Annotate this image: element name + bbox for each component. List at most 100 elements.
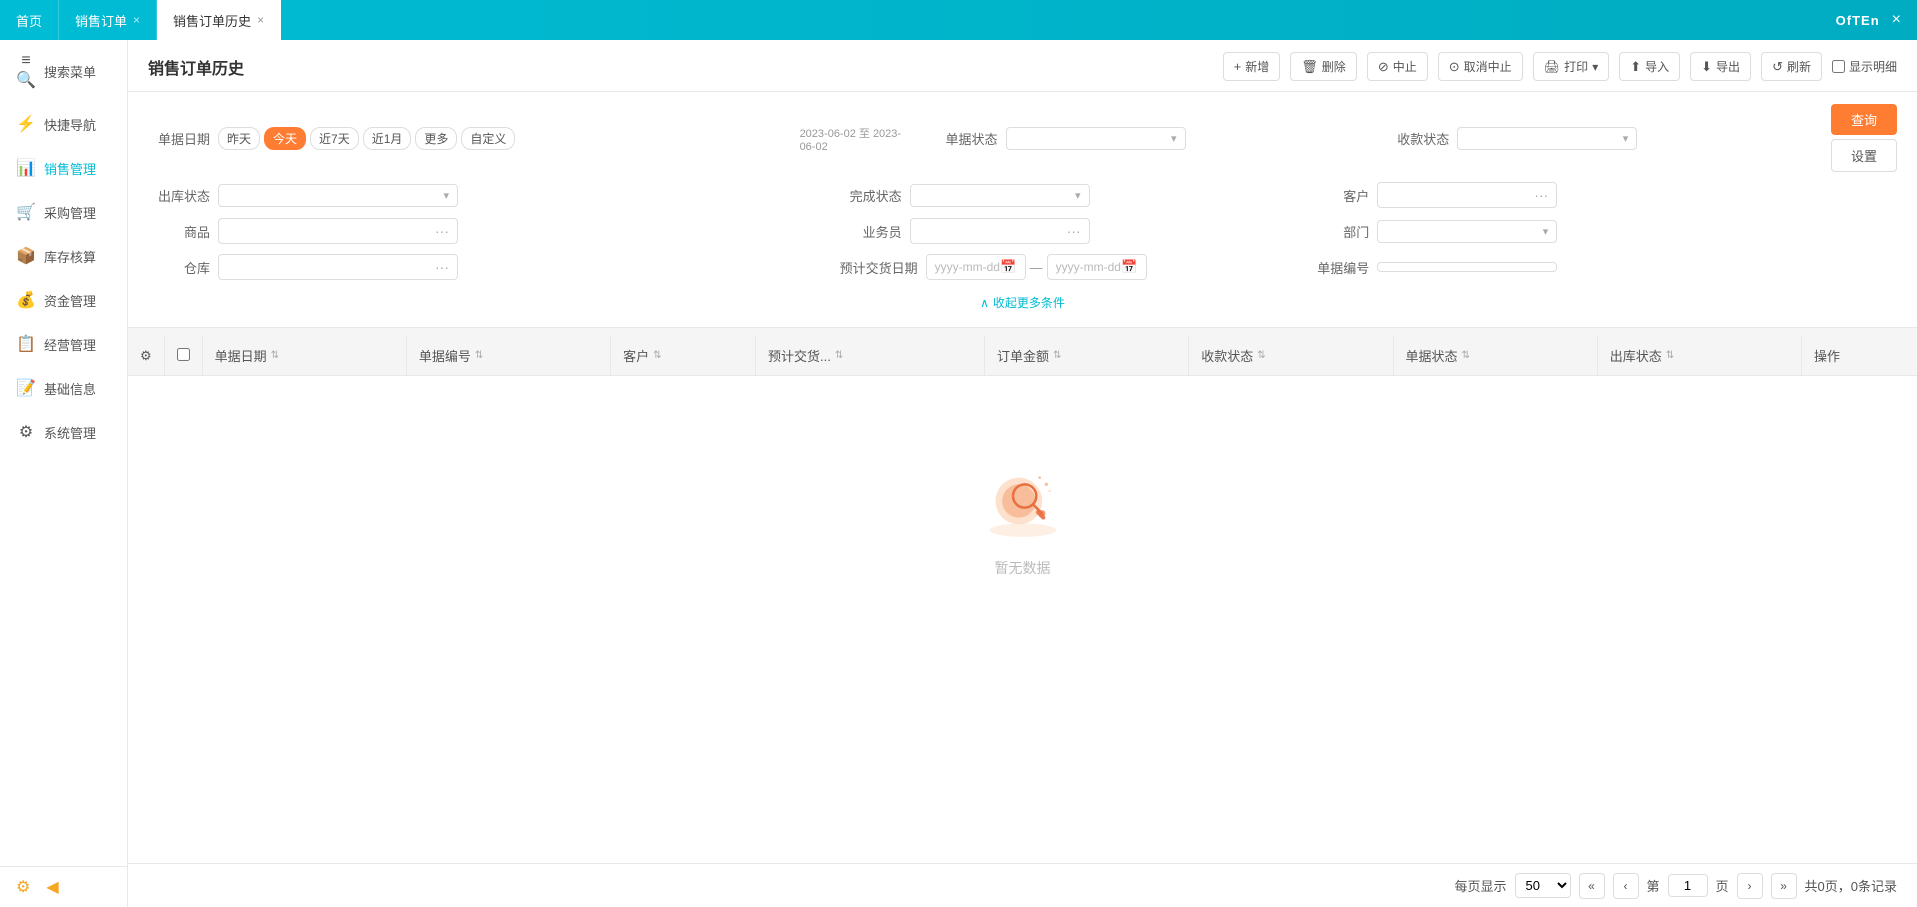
out-status-sort-icon[interactable]: ⇅ xyxy=(1666,350,1674,361)
filter-col-delivery-date: 预计交货日期 yyyy-mm-dd 📅 — yyyy-mm-dd 📅 xyxy=(840,254,1288,280)
per-page-select[interactable]: 50 10 20 100 xyxy=(1515,873,1571,898)
delivery-date-label: 预计交货日期 xyxy=(840,258,926,277)
tab-sales-order-history-close[interactable]: × xyxy=(257,13,264,27)
page-input[interactable] xyxy=(1668,874,1708,897)
filter-col-salesperson: 业务员 ··· xyxy=(840,218,1288,244)
export-icon: ⬇ xyxy=(1701,59,1712,75)
th-out-status: 出库状态 ⇅ xyxy=(1597,336,1801,376)
dept-select[interactable]: ▾ xyxy=(1377,220,1557,243)
th-payment-status: 收款状态 ⇅ xyxy=(1189,336,1393,376)
calendar-to-icon[interactable]: 📅 xyxy=(1121,259,1137,275)
filter-col-dept: 部门 ▾ xyxy=(1307,220,1755,243)
delete-icon: 🗑 xyxy=(1301,59,1318,75)
page-title: 销售订单历史 xyxy=(148,55,244,79)
sidebar-item-capital-mgmt[interactable]: 💰 资金管理 xyxy=(0,278,127,322)
customer-input[interactable]: ··· xyxy=(1377,182,1557,208)
stop-icon: ⊘ xyxy=(1378,59,1389,75)
delivery-sort-icon[interactable]: ⇅ xyxy=(835,350,843,361)
sidebar: ≡🔍 搜索菜单 ⚡ 快捷导航 📊 销售管理 🛒 采购管理 📦 库存核算 💰 资金… xyxy=(0,40,128,907)
display-toggle[interactable]: 显示明细 xyxy=(1832,58,1897,75)
th-checkbox[interactable] xyxy=(164,336,202,376)
dept-chevron: ▾ xyxy=(1543,225,1549,238)
settings-btn[interactable]: 设置 xyxy=(1831,139,1897,172)
prev-page-btn[interactable]: ‹ xyxy=(1613,873,1639,899)
salesperson-ellipsis: ··· xyxy=(1067,223,1081,239)
salesperson-input[interactable]: ··· xyxy=(910,218,1090,244)
th-gear[interactable]: ⚙ xyxy=(128,336,164,376)
payment-status-select[interactable]: ▾ xyxy=(1457,127,1637,150)
sys-mgmt-icon: ⚙ xyxy=(16,422,36,442)
table-header-row: ⚙ 单据日期 ⇅ xyxy=(128,336,1917,376)
import-btn[interactable]: ⬆ 导入 xyxy=(1619,52,1680,81)
filter-area: 单据日期 昨天 今天 近7天 近1月 更多 自定义 2023-06-02 至 2… xyxy=(128,92,1917,328)
select-all-checkbox[interactable] xyxy=(177,348,190,361)
date-sort-icon[interactable]: ⇅ xyxy=(271,350,279,361)
date-btn-yesterday[interactable]: 昨天 xyxy=(218,127,260,150)
amount-sort-icon[interactable]: ⇅ xyxy=(1053,350,1061,361)
page-label: 第 xyxy=(1647,876,1660,895)
delivery-date-from[interactable]: yyyy-mm-dd 📅 xyxy=(926,254,1026,280)
out-status-select[interactable]: ▾ xyxy=(218,184,458,207)
cancel-stop-icon: ⊙ xyxy=(1449,59,1460,75)
sidebar-item-sys-mgmt[interactable]: ⚙ 系统管理 xyxy=(0,410,127,454)
tab-sales-order-close[interactable]: × xyxy=(133,13,140,27)
date-btn-last1m[interactable]: 近1月 xyxy=(363,127,412,150)
table-body: 暂无数据 xyxy=(128,376,1917,659)
customer-ellipsis: ··· xyxy=(1534,187,1548,203)
order-no-sort-icon[interactable]: ⇅ xyxy=(475,350,483,361)
cancel-stop-btn[interactable]: ⊙ 取消中止 xyxy=(1438,52,1523,81)
window-close-btn[interactable]: × xyxy=(1888,11,1905,29)
sidebar-item-ops-mgmt[interactable]: 📋 经营管理 xyxy=(0,322,127,366)
display-toggle-checkbox[interactable] xyxy=(1832,60,1845,73)
delete-btn[interactable]: 🗑 删除 xyxy=(1290,52,1357,81)
salesperson-label: 业务员 xyxy=(840,222,910,241)
date-btn-custom[interactable]: 自定义 xyxy=(461,127,515,150)
order-no-input[interactable] xyxy=(1377,262,1557,272)
add-btn[interactable]: + 新增 xyxy=(1223,52,1281,81)
stop-btn[interactable]: ⊘ 中止 xyxy=(1367,52,1428,81)
quick-nav-icon: ⚡ xyxy=(16,114,36,134)
goods-input[interactable]: ··· xyxy=(218,218,458,244)
calendar-from-icon[interactable]: 📅 xyxy=(1000,259,1016,275)
tab-sales-order-history[interactable]: 销售订单历史 × xyxy=(157,0,281,40)
sidebar-settings-icon[interactable]: ⚙ xyxy=(16,877,30,897)
collapse-more-btn[interactable]: ∧ 收起更多条件 xyxy=(148,290,1897,315)
sidebar-item-purchase-mgmt[interactable]: 🛒 采购管理 xyxy=(0,190,127,234)
customer-sort-icon[interactable]: ⇅ xyxy=(653,350,661,361)
out-status-chevron: ▾ xyxy=(443,189,449,202)
tab-sales-order[interactable]: 销售订单 × xyxy=(59,0,157,40)
tab-home[interactable]: 首页 xyxy=(0,0,59,40)
sidebar-bottom: ⚙ ◀ xyxy=(0,866,127,907)
next-page-btn[interactable]: › xyxy=(1737,873,1763,899)
sidebar-item-inventory-calc[interactable]: 📦 库存核算 xyxy=(0,234,127,278)
sidebar-collapse-icon[interactable]: ◀ xyxy=(46,877,58,897)
query-btn[interactable]: 查询 xyxy=(1831,104,1897,135)
print-btn[interactable]: 🖨 打印 ▾ xyxy=(1533,52,1610,81)
basic-info-icon: 📝 xyxy=(16,378,36,398)
date-btn-today[interactable]: 今天 xyxy=(264,127,306,150)
refresh-btn[interactable]: ↺ 刷新 xyxy=(1761,52,1822,81)
sidebar-item-basic-info[interactable]: 📝 基础信息 xyxy=(0,366,127,410)
th-customer: 客户 ⇅ xyxy=(611,336,756,376)
gear-icon[interactable]: ⚙ xyxy=(140,348,152,363)
complete-status-label: 完成状态 xyxy=(840,186,910,205)
sidebar-item-search-menu[interactable]: ≡🔍 搜索菜单 xyxy=(0,40,127,102)
warehouse-input[interactable]: ··· xyxy=(218,254,458,280)
delivery-date-to[interactable]: yyyy-mm-dd 📅 xyxy=(1047,254,1147,280)
export-btn[interactable]: ⬇ 导出 xyxy=(1690,52,1751,81)
date-btn-more[interactable]: 更多 xyxy=(415,127,457,150)
order-status-select[interactable]: ▾ xyxy=(1006,127,1186,150)
order-status-sort-icon[interactable]: ⇅ xyxy=(1462,350,1470,361)
first-page-btn[interactable]: « xyxy=(1579,873,1605,899)
date-label: 单据日期 xyxy=(148,129,218,148)
search-menu-icon: ≡🔍 xyxy=(16,52,36,90)
sidebar-item-quick-nav[interactable]: ⚡ 快捷导航 xyxy=(0,102,127,146)
sidebar-item-sales-mgmt[interactable]: 📊 销售管理 xyxy=(0,146,127,190)
payment-status-sort-icon[interactable]: ⇅ xyxy=(1257,350,1265,361)
order-no-label: 单据编号 xyxy=(1307,258,1377,277)
dept-label: 部门 xyxy=(1307,222,1377,241)
last-page-btn[interactable]: » xyxy=(1771,873,1797,899)
refresh-icon: ↺ xyxy=(1772,59,1783,75)
date-btn-last7[interactable]: 近7天 xyxy=(310,127,359,150)
complete-status-select[interactable]: ▾ xyxy=(910,184,1090,207)
